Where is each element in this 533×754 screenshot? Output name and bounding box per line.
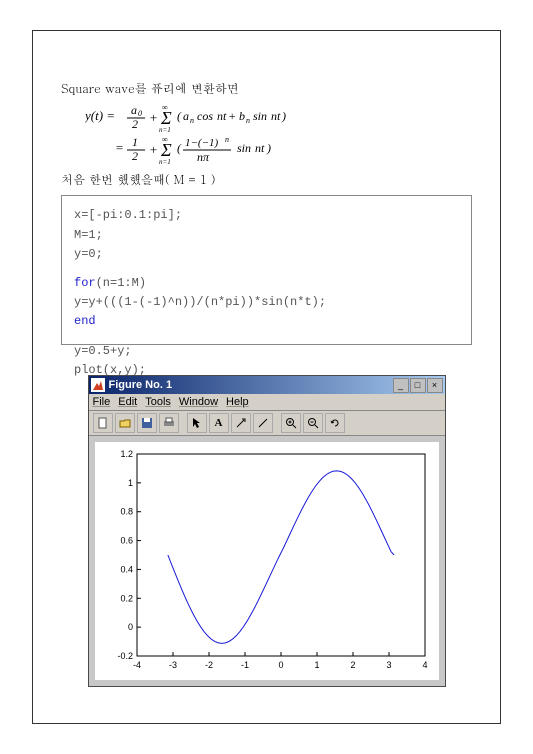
svg-text:n=1: n=1: [159, 158, 171, 166]
svg-text:0: 0: [127, 623, 132, 633]
rotate-icon[interactable]: [325, 413, 345, 433]
svg-text:(: (: [177, 141, 182, 155]
svg-text:-3: -3: [168, 660, 176, 670]
menu-help[interactable]: Help: [226, 396, 249, 408]
svg-text:∞: ∞: [162, 135, 168, 144]
heading-first-run: 처음 한번 했했을때( M = 1 ): [61, 170, 472, 189]
menu-window[interactable]: Window: [179, 396, 218, 408]
print-icon[interactable]: [159, 413, 179, 433]
svg-text:nt: nt: [217, 109, 227, 123]
save-icon[interactable]: [137, 413, 157, 433]
code-line: x=[-pi:0.1:pi];: [74, 206, 459, 225]
menu-edit[interactable]: Edit: [118, 396, 137, 408]
maximize-button[interactable]: □: [410, 378, 426, 393]
svg-text:-0.2: -0.2: [117, 651, 133, 661]
heading-fourier: Square wave를 퓨리에 변환하면: [61, 79, 472, 98]
svg-text:=: =: [115, 140, 124, 155]
svg-text:2: 2: [350, 660, 355, 670]
minimize-button[interactable]: _: [393, 378, 409, 393]
menu-tools[interactable]: Tools: [145, 396, 171, 408]
text-icon[interactable]: A: [209, 413, 229, 433]
svg-text:0.4: 0.4: [120, 565, 133, 575]
code-line: y=y+(((1-(-1)^n))/(n*pi))*sin(n*t);: [74, 293, 459, 312]
svg-text:3: 3: [386, 660, 391, 670]
zoom-in-icon[interactable]: [281, 413, 301, 433]
chart: -4 -3 -2 -1 0 1 2 3 4 -0.2 0 0.2 0.4 0.6 0.8 1 1.2: [95, 442, 439, 680]
close-button[interactable]: ×: [427, 378, 443, 393]
svg-text:+: +: [149, 110, 158, 125]
code-line: M=1;: [74, 226, 459, 245]
plot-area: -4 -3 -2 -1 0 1 2 3 4 -0.2 0 0.2 0.4 0.6 0.8 1 1.2: [89, 436, 445, 686]
svg-text:cos: cos: [197, 109, 213, 123]
svg-text:0.8: 0.8: [120, 507, 133, 517]
svg-text:4: 4: [422, 660, 427, 670]
svg-text:): ): [281, 109, 286, 123]
code-line: end: [74, 312, 459, 331]
svg-text:0.6: 0.6: [120, 536, 133, 546]
toolbar: A: [89, 411, 445, 436]
svg-text:1: 1: [127, 478, 132, 488]
svg-text:0: 0: [278, 660, 283, 670]
window-title: Figure No. 1: [109, 379, 392, 391]
svg-text:nt: nt: [271, 109, 281, 123]
svg-text:n: n: [225, 135, 229, 144]
svg-text:+: +: [149, 142, 158, 157]
svg-text:nπ: nπ: [197, 150, 210, 164]
zoom-out-icon[interactable]: [303, 413, 323, 433]
svg-text:n: n: [190, 116, 194, 125]
new-icon[interactable]: [93, 413, 113, 433]
figure-window: Figure No. 1 _ □ × File Edit Tools Windo…: [88, 375, 446, 687]
svg-text:+: +: [228, 109, 236, 123]
arrow-icon[interactable]: [231, 413, 251, 433]
svg-text:(: (: [177, 109, 182, 123]
menubar: File Edit Tools Window Help: [89, 394, 445, 411]
svg-text:1: 1: [314, 660, 319, 670]
svg-text:1: 1: [132, 135, 138, 149]
svg-text:sin: sin: [253, 109, 267, 123]
app-icon: [91, 378, 105, 392]
svg-text:1.2: 1.2: [120, 449, 133, 459]
code-line: y=0;: [74, 245, 459, 264]
line-icon[interactable]: [253, 413, 273, 433]
code-line: y=0.5+y;: [74, 342, 459, 361]
svg-text:n: n: [246, 116, 250, 125]
titlebar[interactable]: Figure No. 1 _ □ ×: [89, 376, 445, 394]
svg-text:∞: ∞: [162, 103, 168, 112]
svg-text:): ): [266, 141, 271, 155]
pointer-icon[interactable]: [187, 413, 207, 433]
code-block: x=[-pi:0.1:pi]; M=1; y=0; for(n=1:M) y=y…: [61, 195, 472, 345]
svg-text:b: b: [239, 109, 245, 123]
svg-text:-2: -2: [204, 660, 212, 670]
formula-block: y(t) = a 0 2 + Σ ∞ n=1 ( a n cos nt + b …: [85, 102, 472, 168]
svg-text:y(t) =: y(t) =: [85, 108, 115, 123]
svg-text:0: 0: [138, 109, 142, 118]
svg-text:n=1: n=1: [159, 126, 171, 134]
svg-text:2: 2: [132, 149, 138, 163]
svg-text:sin: sin: [237, 141, 251, 155]
menu-file[interactable]: File: [93, 396, 111, 408]
svg-text:-1: -1: [240, 660, 248, 670]
svg-text:a: a: [131, 103, 137, 117]
svg-text:2: 2: [132, 117, 138, 131]
svg-text:-4: -4: [132, 660, 140, 670]
svg-text:0.2: 0.2: [120, 594, 133, 604]
code-line: for(n=1:M): [74, 274, 459, 293]
svg-text:nt: nt: [255, 141, 265, 155]
svg-text:1−(−1): 1−(−1): [185, 137, 219, 149]
svg-text:a: a: [183, 109, 189, 123]
open-icon[interactable]: [115, 413, 135, 433]
